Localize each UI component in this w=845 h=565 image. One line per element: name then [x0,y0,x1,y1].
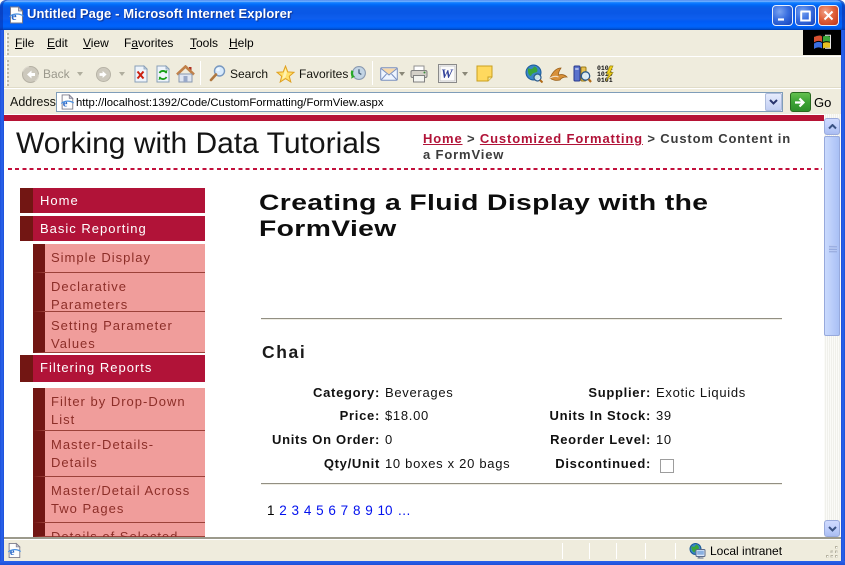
svg-text:0101: 0101 [597,77,613,83]
svg-text:e: e [11,9,17,23]
svg-text:W: W [441,66,454,81]
svg-text:e: e [10,547,15,558]
svg-text:e: e [63,98,68,109]
